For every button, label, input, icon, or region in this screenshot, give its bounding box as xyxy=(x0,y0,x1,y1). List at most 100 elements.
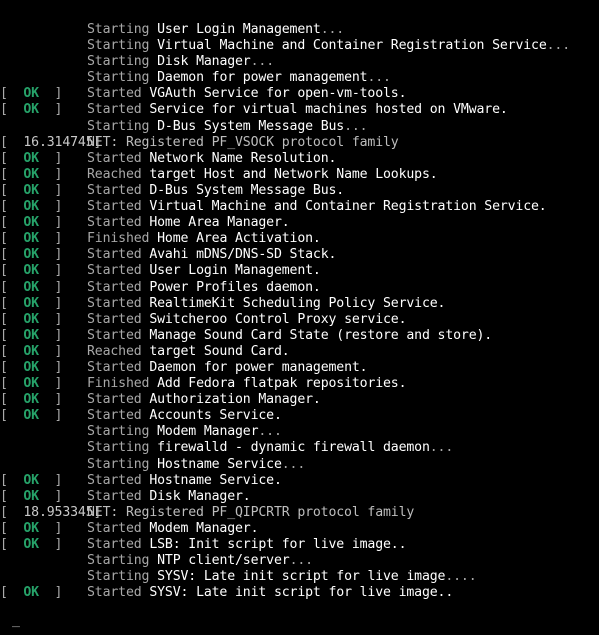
boot-log-line: [ OK ] Started Switcheroo Control Proxy … xyxy=(0,312,599,328)
log-unit-name: Home Area Activation. xyxy=(157,231,321,247)
log-verb: Starting xyxy=(87,22,150,37)
ok-label: OK xyxy=(23,408,39,424)
log-unit-name: Disk Manager xyxy=(157,54,251,70)
status-badge-empty xyxy=(0,440,87,456)
status-badge-ok: [ OK ] xyxy=(0,585,87,601)
log-ellipsis: ... xyxy=(281,456,306,472)
log-unit-name: D-Bus System Message Bus xyxy=(157,118,345,134)
bracket-open: [ xyxy=(0,247,24,263)
boot-log-line: [ OK ] Started Avahi mDNS/DNS-SD Stack. xyxy=(0,247,599,263)
boot-console-screen: Starting User Login Management... Starti… xyxy=(0,0,599,635)
bracket-open: [ xyxy=(0,86,24,102)
kernel-timestamp-value: 18.953345 xyxy=(23,504,94,520)
log-verb: Started xyxy=(87,520,142,536)
bracket-open: [ xyxy=(0,134,24,150)
bracket-close: ] xyxy=(38,488,71,504)
log-verb: Started xyxy=(87,327,142,343)
status-badge-ok: [ OK ] xyxy=(0,102,87,118)
log-ellipsis: ... xyxy=(429,440,454,456)
log-verb: Starting xyxy=(87,569,150,585)
ok-label: OK xyxy=(23,537,39,552)
log-unit-name: Home Area Manager. xyxy=(149,215,290,231)
log-unit-name: RealtimeKit Scheduling Policy Service. xyxy=(149,295,446,311)
log-unit-name: Avahi mDNS/DNS-SD Stack. xyxy=(149,247,337,263)
status-badge-empty xyxy=(0,54,87,70)
status-badge-empty xyxy=(0,553,87,569)
log-verb: Finished xyxy=(87,231,150,247)
log-verb: Started xyxy=(87,311,142,327)
bracket-open: [ xyxy=(0,279,24,295)
log-unit-name: LSB: Init script for live image.. xyxy=(149,537,407,552)
log-verb: Started xyxy=(87,199,142,215)
log-verb: Started xyxy=(87,182,142,198)
log-unit-name: Modem Manager. xyxy=(149,520,259,536)
log-verb: Starting xyxy=(87,118,150,134)
status-badge-ok: [ OK ] xyxy=(0,376,87,392)
log-verb: Started xyxy=(87,585,142,601)
boot-log-line: [ OK ] Started Power Profiles daemon. xyxy=(0,280,599,296)
kernel-message: NET: Registered PF_QIPCRTR protocol fami… xyxy=(87,504,415,520)
log-verb: Starting xyxy=(87,553,150,569)
bracket-close: ] xyxy=(38,263,71,279)
bracket-close: ] xyxy=(38,182,71,198)
ok-label: OK xyxy=(23,182,39,198)
ok-label: OK xyxy=(23,472,39,488)
bracket-open: [ xyxy=(0,585,24,601)
boot-log-line: [ OK ] Started RealtimeKit Scheduling Po… xyxy=(0,296,599,312)
boot-log-line: [ OK ] Started Authorization Manager. xyxy=(0,392,599,408)
bracket-open: [ xyxy=(0,327,24,343)
bracket-close: ] xyxy=(38,585,71,601)
log-verb: Started xyxy=(87,472,142,488)
bracket-open: [ xyxy=(0,295,24,311)
status-badge-empty xyxy=(0,70,87,86)
bracket-close: ] xyxy=(38,359,71,375)
text-cursor: _ xyxy=(12,613,20,628)
boot-log-line: [ OK ] Started Daemon for power manageme… xyxy=(0,360,599,376)
log-ellipsis: .... xyxy=(445,569,477,585)
bracket-open: [ xyxy=(0,182,24,198)
kernel-message: NET: Registered PF_VSOCK protocol family xyxy=(87,134,399,150)
log-unit-name: Manage Sound Card State (restore and sto… xyxy=(149,327,493,343)
status-badge-ok: [ OK ] xyxy=(0,296,87,312)
boot-log-line: Starting Disk Manager... xyxy=(0,54,599,70)
log-unit-name: D-Bus System Message Bus. xyxy=(149,182,345,198)
status-badge-ok: [ OK ] xyxy=(0,521,87,537)
bracket-close: ] xyxy=(38,327,71,343)
bracket-close: ] xyxy=(38,295,71,311)
status-badge-empty xyxy=(0,38,87,54)
log-ellipsis: ... xyxy=(546,38,571,54)
boot-log-line: [ OK ] Finished Add Fedora flatpak repos… xyxy=(0,376,599,392)
log-verb: Starting xyxy=(87,70,150,86)
boot-log-line: [ OK ] Started Accounts Service. xyxy=(0,408,599,424)
log-ellipsis: ... xyxy=(367,70,391,86)
status-badge-ok: [ OK ] xyxy=(0,537,87,553)
log-verb: Starting xyxy=(87,424,150,440)
bracket-open: [ xyxy=(0,520,24,536)
log-unit-name: Accounts Service. xyxy=(149,408,282,424)
status-badge-ok: [ OK ] xyxy=(0,247,87,263)
bracket-close: ] xyxy=(38,392,71,408)
bracket-open: [ xyxy=(0,150,24,166)
status-badge-ok: [ OK ] xyxy=(0,408,87,424)
ok-label: OK xyxy=(23,295,39,311)
ok-label: OK xyxy=(23,311,39,327)
log-unit-name: Add Fedora flatpak repositories. xyxy=(157,376,407,392)
log-verb: Starting xyxy=(87,38,150,54)
log-verb: Started xyxy=(87,102,142,118)
log-verb: Starting xyxy=(87,456,150,472)
ok-label: OK xyxy=(23,392,39,408)
log-ellipsis: ... xyxy=(258,424,282,440)
status-badge-ok: [ OK ] xyxy=(0,280,87,296)
bracket-open: [ xyxy=(0,376,24,392)
boot-log-line: Starting Modem Manager... xyxy=(0,424,599,440)
log-verb: Reached xyxy=(87,166,142,182)
ok-label: OK xyxy=(23,585,39,601)
status-badge-ok: [ OK ] xyxy=(0,215,87,231)
bracket-open: [ xyxy=(0,537,24,552)
boot-log-line: [ OK ] Started VGAuth Service for open-v… xyxy=(0,86,599,102)
ok-label: OK xyxy=(23,327,39,343)
bracket-close: ] xyxy=(38,150,71,166)
bracket-open: [ xyxy=(0,359,24,375)
log-verb: Started xyxy=(87,488,142,504)
bracket-close: ] xyxy=(38,408,71,424)
